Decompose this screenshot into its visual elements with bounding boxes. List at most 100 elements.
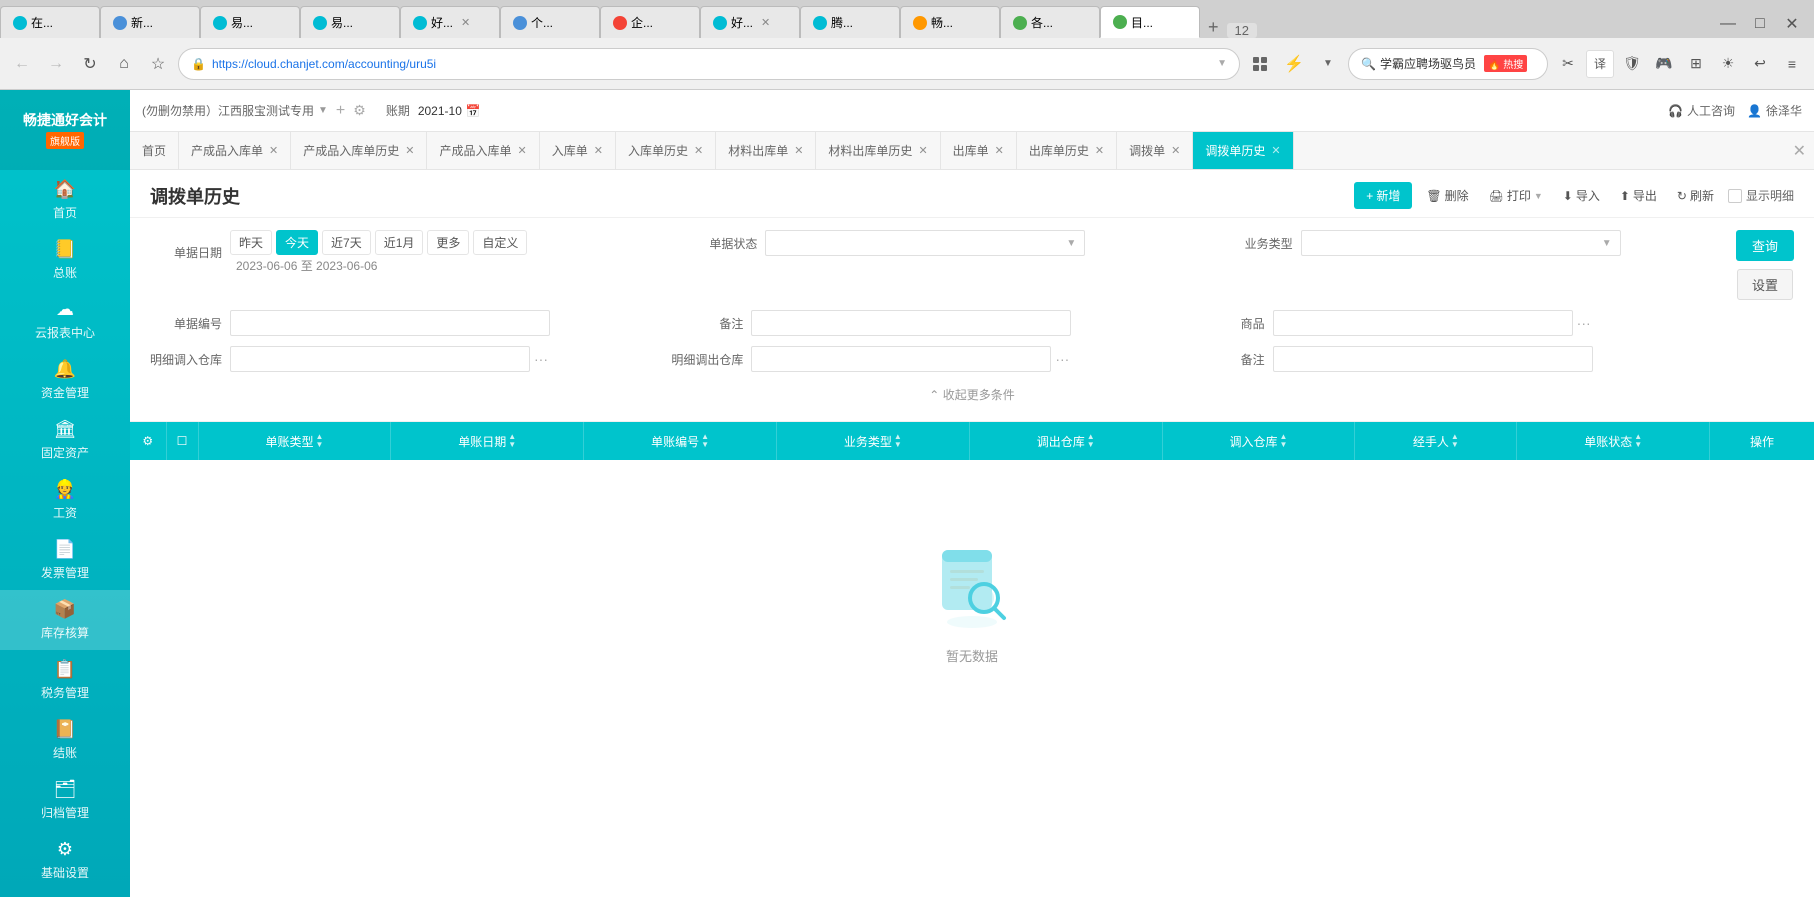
page-tab-transfer[interactable]: 调拨单 ✕: [1117, 132, 1193, 170]
goods-dots-icon[interactable]: ···: [1577, 315, 1591, 331]
translate-icon[interactable]: 译: [1586, 50, 1614, 78]
page-tab-warehouse-in-history[interactable]: 入库单历史 ✕: [616, 132, 716, 170]
last-month-button[interactable]: 近1月: [375, 230, 424, 255]
sidebar-item-salary[interactable]: 👷 工资: [0, 470, 130, 530]
dropdown-browser-icon[interactable]: ▼: [1314, 50, 1342, 78]
print-button[interactable]: 🖨 打印 ▼: [1483, 183, 1549, 208]
browser-tab-11[interactable]: 目...: [1100, 6, 1200, 38]
home-browser-button[interactable]: ⌂: [110, 50, 138, 78]
close-all-button[interactable]: ✕: [1793, 141, 1814, 161]
tab-close-warehouse-in[interactable]: ✕: [594, 144, 603, 157]
goods-input[interactable]: [1273, 310, 1573, 336]
back-button[interactable]: ←: [8, 50, 36, 78]
sidebar-item-funds[interactable]: 🔔 资金管理: [0, 350, 130, 410]
new-tab-button[interactable]: +: [1200, 17, 1227, 38]
tab-close-material-out[interactable]: ✕: [794, 144, 803, 157]
browser-tab-7[interactable]: 好... ✕: [700, 6, 800, 38]
search-bar[interactable]: 🔍 学霸应聘场驱鸟员 🔥 热搜: [1348, 48, 1548, 80]
sidebar-item-guide[interactable]: 📌 新手引导: [0, 890, 130, 897]
add-company-icon[interactable]: +: [336, 102, 345, 120]
undo-icon[interactable]: ↩: [1746, 50, 1774, 78]
company-selector[interactable]: (勿删勿禁用）江西服宝测试专用 ▼: [142, 102, 328, 119]
remarks-input[interactable]: [751, 310, 1071, 336]
business-type-dropdown[interactable]: ▼: [1301, 230, 1621, 256]
th-doc-number[interactable]: 单账编号 ▲▼: [584, 422, 777, 460]
tab-close-material-out-history[interactable]: ✕: [918, 144, 927, 157]
refresh-browser-button[interactable]: ↻: [76, 50, 104, 78]
th-doc-status[interactable]: 单账状态 ▲▼: [1517, 422, 1710, 460]
more-date-button[interactable]: 更多: [427, 230, 469, 255]
sidebar-item-closing[interactable]: 📔 结账: [0, 710, 130, 770]
tab-close-out-order[interactable]: ✕: [995, 144, 1004, 157]
tab-close-product-in[interactable]: ✕: [269, 144, 278, 157]
page-tab-home[interactable]: 首页: [130, 132, 179, 170]
page-tab-out-order[interactable]: 出库单 ✕: [941, 132, 1017, 170]
settings-icon[interactable]: ⚙: [353, 102, 366, 119]
minimize-button[interactable]: —: [1714, 10, 1742, 38]
tab-close-product-in-history[interactable]: ✕: [405, 144, 414, 157]
sidebar-item-ledger[interactable]: 📒 总账: [0, 230, 130, 290]
sidebar-logo[interactable]: 畅捷通好会计 旗舰版: [0, 90, 130, 170]
address-bar[interactable]: 🔒 https://cloud.chanjet.com/accounting/u…: [178, 48, 1240, 80]
refresh-button[interactable]: ↻ 刷新: [1671, 183, 1720, 208]
display-checkbox[interactable]: [1728, 189, 1742, 203]
lightning-icon[interactable]: ⚡: [1280, 50, 1308, 78]
shield-icon[interactable]: 🛡: [1618, 50, 1646, 78]
detail-out-input[interactable]: [751, 346, 1051, 372]
import-button[interactable]: ⬇ 导入: [1557, 183, 1606, 208]
th-doc-date[interactable]: 单账日期 ▲▼: [391, 422, 584, 460]
browser-tab-5[interactable]: 个...: [500, 6, 600, 38]
browser-tab-10[interactable]: 各...: [1000, 6, 1100, 38]
display-toggle[interactable]: 显示明细: [1728, 187, 1794, 204]
sidebar-item-archive[interactable]: 🗂 归档管理: [0, 770, 130, 830]
close-button[interactable]: ✕: [1778, 10, 1806, 38]
last7-button[interactable]: 近7天: [322, 230, 371, 255]
new-button[interactable]: + 新增: [1354, 182, 1412, 209]
tab-close-out-order-history[interactable]: ✕: [1095, 144, 1104, 157]
collapse-bar[interactable]: ⌃ 收起更多条件: [150, 380, 1794, 409]
game-icon[interactable]: 🎮: [1650, 50, 1678, 78]
th-transfer-out[interactable]: 调出仓库 ▲▼: [969, 422, 1162, 460]
menu-icon[interactable]: ≡: [1778, 50, 1806, 78]
sidebar-item-tax[interactable]: 📋 税务管理: [0, 650, 130, 710]
page-tab-product-in-history[interactable]: 产成品入库单历史 ✕: [291, 132, 427, 170]
sidebar-item-assets[interactable]: 🏛 固定资产: [0, 410, 130, 470]
page-tab-out-order-history[interactable]: 出库单历史 ✕: [1017, 132, 1117, 170]
detail-in-input[interactable]: [230, 346, 530, 372]
browser-tab-9[interactable]: 畅...: [900, 6, 1000, 38]
yesterday-button[interactable]: 昨天: [230, 230, 272, 255]
brightness-icon[interactable]: ☀: [1714, 50, 1742, 78]
maximize-button[interactable]: □: [1746, 10, 1774, 38]
settings-button[interactable]: 设置: [1737, 269, 1793, 300]
th-business-type[interactable]: 业务类型 ▲▼: [776, 422, 969, 460]
remarks2-input[interactable]: [1273, 346, 1593, 372]
detail-out-dots-icon[interactable]: ···: [1055, 351, 1069, 367]
page-tab-material-out[interactable]: 材料出库单 ✕: [716, 132, 816, 170]
tab-close-warehouse-in-history[interactable]: ✕: [694, 144, 703, 157]
page-tab-product-in[interactable]: 产成品入库单 ✕: [179, 132, 291, 170]
tab-close-product-in2[interactable]: ✕: [518, 144, 527, 157]
page-tab-material-out-history[interactable]: 材料出库单历史 ✕: [816, 132, 940, 170]
browser-tab-4[interactable]: 好... ✕: [400, 6, 500, 38]
forward-button[interactable]: →: [42, 50, 70, 78]
sidebar-item-basic[interactable]: ⚙ 基础设置: [0, 830, 130, 890]
query-button[interactable]: 查询: [1736, 230, 1794, 261]
th-check[interactable]: ☐: [166, 422, 198, 460]
tab-close-4[interactable]: ✕: [461, 16, 470, 29]
service-button[interactable]: 🎧 人工咨询: [1668, 102, 1735, 119]
th-transfer-in[interactable]: 调入仓库 ▲▼: [1162, 422, 1355, 460]
page-tab-transfer-history[interactable]: 调拨单历史 ✕: [1193, 132, 1293, 170]
browser-tab-2[interactable]: 易...: [200, 6, 300, 38]
browser-tab-0[interactable]: 在...: [0, 6, 100, 38]
tab-close-transfer[interactable]: ✕: [1171, 144, 1180, 157]
detail-in-dots-icon[interactable]: ···: [534, 351, 548, 367]
browser-extensions-icon[interactable]: [1246, 50, 1274, 78]
delete-button[interactable]: 🗑 删除: [1420, 183, 1474, 208]
scissors-icon[interactable]: ✂: [1554, 50, 1582, 78]
custom-date-button[interactable]: 自定义: [473, 230, 527, 255]
th-handler[interactable]: 经手人 ▲▼: [1355, 422, 1517, 460]
browser-tab-3[interactable]: 易...: [300, 6, 400, 38]
browser-tab-6[interactable]: 企...: [600, 6, 700, 38]
page-tab-warehouse-in[interactable]: 入库单 ✕: [540, 132, 616, 170]
tab-close-transfer-history[interactable]: ✕: [1271, 144, 1280, 157]
